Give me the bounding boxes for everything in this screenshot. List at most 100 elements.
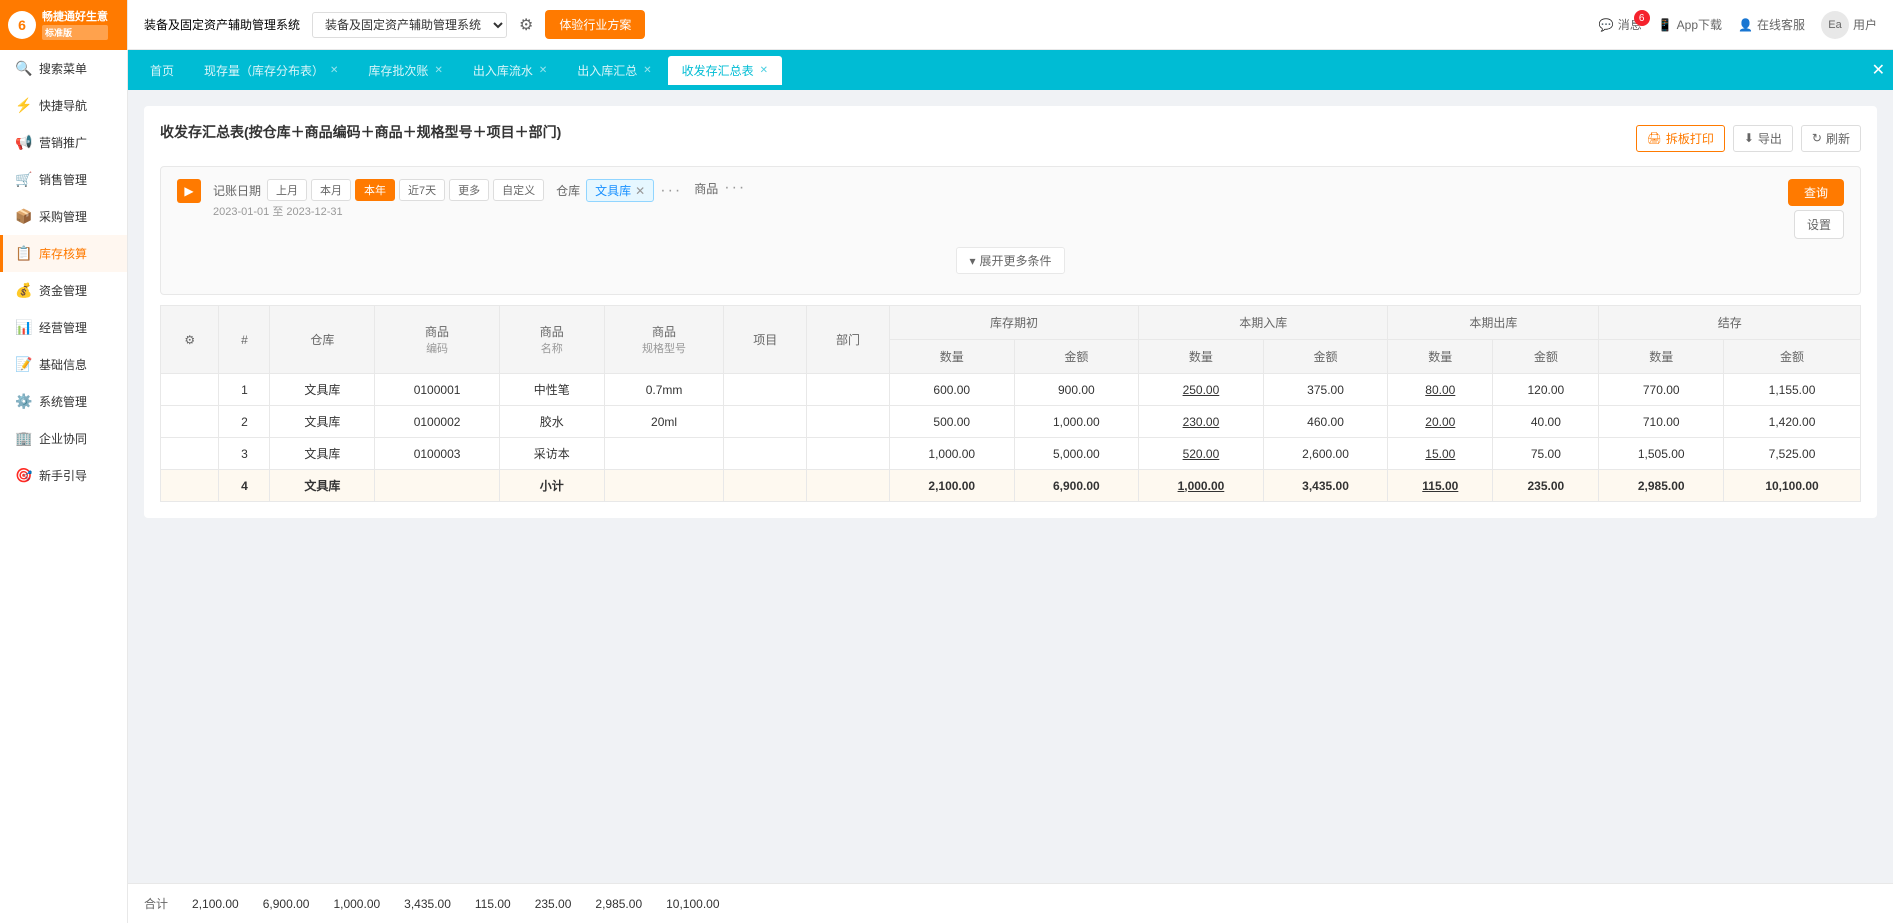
row3-dept: [807, 438, 890, 470]
sidebar-item-basic-info[interactable]: 📝 基础信息: [0, 346, 127, 383]
subtotal-index: 4: [219, 470, 270, 502]
system-title-select[interactable]: 装备及固定资产辅助管理系统: [312, 12, 507, 38]
tab-batch[interactable]: 库存批次账 ✕: [354, 56, 456, 85]
app-logo: 6 畅捷通好生意 标准版: [0, 0, 127, 50]
total-label: 合计: [144, 895, 168, 912]
main-area: 装备及固定资产辅助管理系统 装备及固定资产辅助管理系统 ⚙ 体验行业方案 💬 消…: [128, 0, 1893, 923]
row3-warehouse: 文具库: [270, 438, 375, 470]
tab-inout-flow[interactable]: 出入库流水 ✕: [459, 56, 561, 85]
warehouse-more-btn[interactable]: ···: [660, 182, 682, 200]
row2-in-qty[interactable]: 230.00: [1139, 406, 1264, 438]
purchase-icon: 📦: [15, 208, 31, 225]
goods-filter-label: 商品: [694, 180, 718, 197]
app-download-action[interactable]: 📱 App下载: [1658, 16, 1722, 33]
tab-stock-dist-close[interactable]: ✕: [330, 65, 338, 76]
date-btn-7days[interactable]: 近7天: [399, 179, 445, 201]
row3-in-amt: 2,600.00: [1263, 438, 1388, 470]
experience-btn[interactable]: 体验行业方案: [545, 10, 645, 39]
tab-inout-flow-close[interactable]: ✕: [539, 65, 547, 76]
row1-out-qty[interactable]: 80.00: [1388, 374, 1493, 406]
sidebar-item-label: 基础信息: [39, 356, 87, 373]
row1-index: 1: [219, 374, 270, 406]
filter-toggle-btn[interactable]: ▶: [177, 179, 201, 203]
quick-icon: ⚡: [15, 97, 31, 114]
sidebar-item-label: 营销推广: [39, 134, 87, 151]
th-close-qty: 数量: [1599, 340, 1724, 374]
message-action[interactable]: 💬 消息 6: [1599, 16, 1642, 33]
sidebar-item-label: 经营管理: [39, 319, 87, 336]
row1-warehouse: 文具库: [270, 374, 375, 406]
row2-in-amt: 460.00: [1263, 406, 1388, 438]
sidebar-item-quick[interactable]: ⚡ 快捷导航: [0, 87, 127, 124]
th-settings[interactable]: ⚙: [161, 306, 219, 374]
goods-more-btn[interactable]: ···: [724, 179, 746, 197]
settings-gear-icon[interactable]: ⚙: [519, 15, 533, 35]
th-close-amt: 金额: [1724, 340, 1861, 374]
row1-code: 0100001: [375, 374, 500, 406]
online-service-action[interactable]: 👤 在线客服: [1738, 16, 1805, 33]
user-action[interactable]: Ea 用户: [1821, 11, 1877, 39]
row3-out-qty[interactable]: 15.00: [1388, 438, 1493, 470]
tab-stock-dist[interactable]: 现存量（库存分布表） ✕: [190, 56, 352, 85]
tab-inout-summary[interactable]: 出入库汇总 ✕: [563, 56, 665, 85]
subtotal-in-amt: 3,435.00: [1263, 470, 1388, 502]
sidebar-item-inventory[interactable]: 📋 库存核算: [0, 235, 127, 272]
row3-in-qty[interactable]: 520.00: [1139, 438, 1264, 470]
warehouse-tag: 文具库 ✕: [586, 179, 654, 202]
tab-batch-close[interactable]: ✕: [434, 65, 442, 76]
tabbar-close-icon[interactable]: ✕: [1872, 60, 1885, 80]
service-icon: 👤: [1738, 18, 1753, 32]
sidebar-item-search[interactable]: 🔍 搜索菜单: [0, 50, 127, 87]
marketing-icon: 📢: [15, 134, 31, 151]
row3-open-qty: 1,000.00: [889, 438, 1014, 470]
tab-recv-send-close[interactable]: ✕: [760, 65, 768, 76]
row1-out-amt: 120.00: [1493, 374, 1599, 406]
subtotal-project: [724, 470, 807, 502]
filter-settings-btn[interactable]: 设置: [1794, 210, 1844, 239]
row1-spec: 0.7mm: [604, 374, 724, 406]
date-btn-this-year[interactable]: 本年: [355, 179, 395, 201]
sidebar-item-enterprise[interactable]: 🏢 企业协同: [0, 420, 127, 457]
date-btn-custom[interactable]: 自定义: [493, 179, 544, 201]
row2-out-qty[interactable]: 20.00: [1388, 406, 1493, 438]
subtotal-settings: [161, 470, 219, 502]
expand-filter-btn[interactable]: ▾ 展开更多条件: [956, 247, 1064, 274]
sidebar-item-finance[interactable]: 💰 资金管理: [0, 272, 127, 309]
date-btn-more[interactable]: 更多: [449, 179, 489, 201]
row1-in-amt: 375.00: [1263, 374, 1388, 406]
tab-home[interactable]: 首页: [136, 56, 188, 85]
sidebar-item-label: 搜索菜单: [39, 60, 87, 77]
th-in-amt: 金额: [1263, 340, 1388, 374]
row1-close-qty: 770.00: [1599, 374, 1724, 406]
subtotal-name: 小计: [499, 470, 604, 502]
row2-warehouse: 文具库: [270, 406, 375, 438]
sidebar-item-sales[interactable]: 🛒 销售管理: [0, 161, 127, 198]
sidebar-item-operations[interactable]: 📊 经营管理: [0, 309, 127, 346]
sidebar-item-label: 库存核算: [39, 245, 87, 262]
export-btn[interactable]: ⬇ 导出: [1733, 125, 1793, 152]
tab-home-label: 首页: [150, 62, 174, 79]
warehouse-tag-remove[interactable]: ✕: [635, 184, 645, 198]
avatar: Ea: [1821, 11, 1849, 39]
system-title: 装备及固定资产辅助管理系统: [144, 16, 300, 33]
row2-open-qty: 500.00: [889, 406, 1014, 438]
date-btn-this-month[interactable]: 本月: [311, 179, 351, 201]
sidebar-item-purchase[interactable]: 📦 采购管理: [0, 198, 127, 235]
row3-settings: [161, 438, 219, 470]
th-goods-name: 商品名称: [499, 306, 604, 374]
sidebar-item-marketing[interactable]: 📢 营销推广: [0, 124, 127, 161]
date-btn-last-month[interactable]: 上月: [267, 179, 307, 201]
th-warehouse: 仓库: [270, 306, 375, 374]
expand-btn-label: 展开更多条件: [980, 252, 1052, 269]
app-name: 畅捷通好生意: [42, 10, 108, 24]
print-btn[interactable]: 🖨 拆板打印: [1636, 125, 1725, 152]
refresh-btn[interactable]: ↻ 刷新: [1801, 125, 1861, 152]
sidebar-item-newbie[interactable]: 🎯 新手引导: [0, 457, 127, 494]
tab-recv-send[interactable]: 收发存汇总表 ✕: [668, 56, 782, 85]
tab-inout-summary-close[interactable]: ✕: [643, 65, 651, 76]
sidebar-item-label: 销售管理: [39, 171, 87, 188]
sidebar-item-system[interactable]: ⚙️ 系统管理: [0, 383, 127, 420]
inventory-icon: 📋: [15, 245, 31, 262]
row1-in-qty[interactable]: 250.00: [1139, 374, 1264, 406]
query-btn[interactable]: 查询: [1788, 179, 1844, 206]
